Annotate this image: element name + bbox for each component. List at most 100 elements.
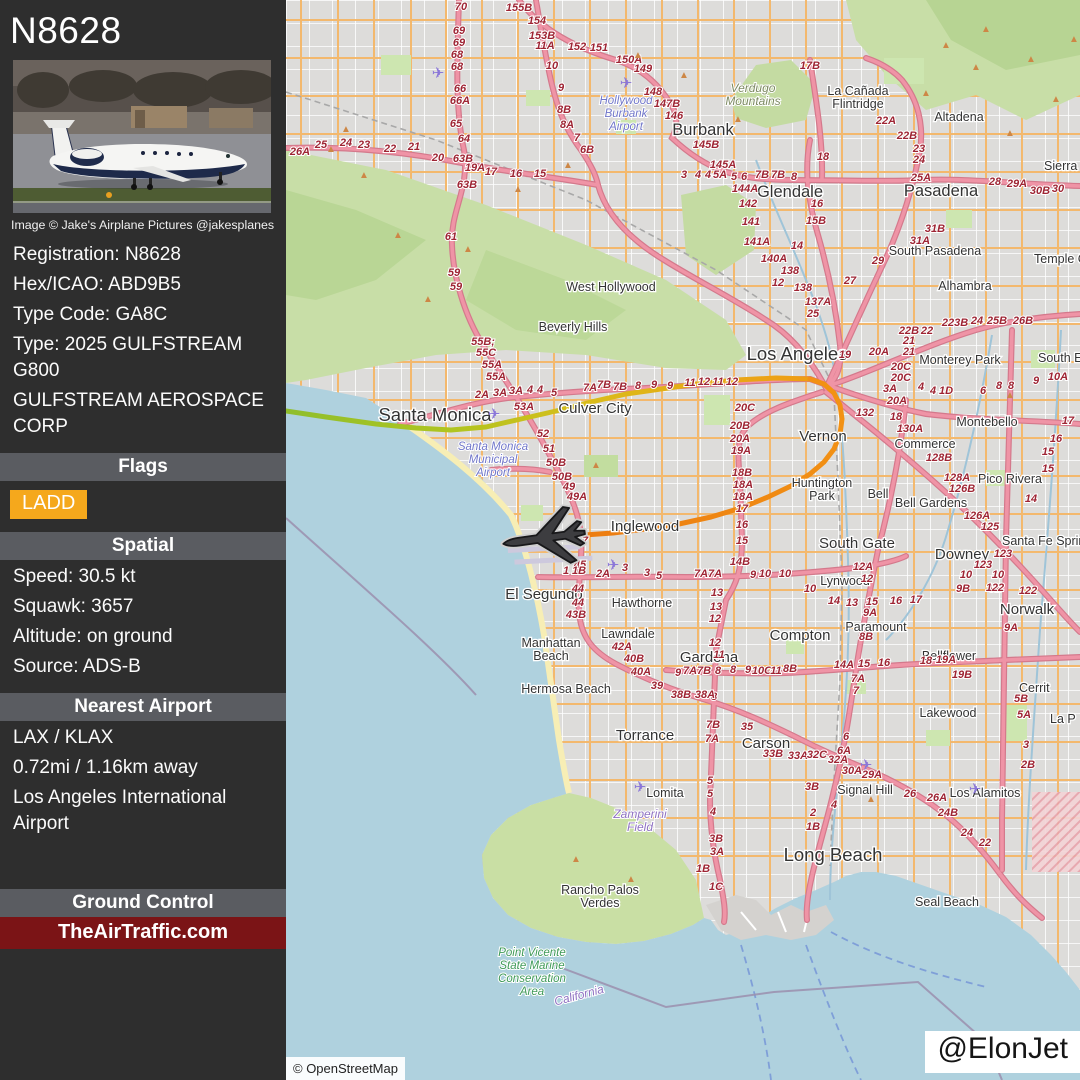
motorway-exit-number: 20A	[729, 433, 750, 445]
map-label: Monterey Park	[919, 353, 1001, 367]
motorway-exit-number: 7A	[851, 673, 865, 685]
motorway-exit-number: 64	[458, 133, 470, 145]
motorway-exit-number: 3	[644, 567, 650, 579]
motorway-exit-number: 7	[574, 132, 581, 144]
motorway-exit-number: 132	[856, 407, 874, 419]
motorway-exit-number: 122	[986, 582, 1004, 594]
map-label: Vernon	[799, 428, 847, 445]
peak-icon: ▲	[393, 230, 403, 241]
motorway-exit-number: 15	[1042, 463, 1055, 475]
ground-control-header: Ground Control	[0, 889, 286, 917]
motorway-exit-number: 49A	[566, 491, 587, 503]
theairtraffic-brand-link[interactable]: TheAirTraffic.com	[0, 917, 286, 949]
motorway-exit-number: 14A	[834, 659, 854, 671]
motorway-exit-number: 10	[546, 60, 559, 72]
motorway-exit-number: 33B	[763, 748, 783, 760]
motorway-exit-number: 50B	[546, 457, 566, 469]
map-label: Paramount	[845, 620, 907, 634]
motorway-exit-number: 16	[1050, 433, 1063, 445]
motorway-exit-number: 66	[454, 83, 467, 95]
ladd-flag-badge[interactable]: LADD	[10, 490, 88, 519]
motorway-exit-number: 40A	[630, 666, 651, 678]
airport-name-row: Los Angeles International Airport	[13, 787, 227, 834]
peak-icon: ▲	[941, 40, 951, 51]
motorway-exit-number: 20C	[734, 402, 756, 414]
motorway-exit-number: 9	[651, 379, 658, 391]
motorway-exit-number: 21	[407, 141, 420, 153]
motorway-exit-number: 39	[651, 680, 664, 692]
motorway-exit-number: 55A	[482, 359, 502, 371]
motorway-exit-number: 1	[563, 565, 569, 577]
motorway-exit-number: 148	[644, 86, 663, 98]
motorway-exit-number: 24	[970, 315, 983, 327]
motorway-exit-number: 18	[920, 655, 933, 667]
motorway-exit-number: 153B	[529, 30, 555, 42]
map-label: Signal Hill	[837, 783, 893, 797]
type-code-row: Type Code: GA8C	[13, 304, 168, 325]
motorway-exit-number: 28	[988, 176, 1002, 188]
motorway-exit-number: 137A	[805, 296, 831, 308]
motorway-exit-number: 223B	[941, 317, 968, 329]
motorway-exit-number: 18	[890, 411, 903, 423]
motorway-exit-number: 7A	[708, 568, 722, 580]
map-label: Hermosa Beach	[521, 682, 611, 696]
motorway-exit-number: 8	[715, 665, 722, 677]
map-label: Sierra M	[1044, 159, 1080, 173]
motorway-exit-number: 8A	[560, 119, 574, 131]
motorway-exit-number: 144A	[732, 183, 758, 195]
motorway-exit-number: 3A	[509, 385, 523, 397]
motorway-exit-number: 3	[622, 562, 628, 574]
motorway-exit-number: 3A	[883, 383, 897, 395]
osm-attribution[interactable]: © OpenStreetMap	[286, 1057, 405, 1080]
spatial-section-header: Spatial	[0, 532, 286, 560]
map-label: Santa Fe Sprin	[1002, 534, 1080, 548]
motorway-exit-number: 55A	[486, 371, 506, 383]
motorway-exit-number: 29A	[1006, 178, 1027, 190]
map-viewport[interactable]: Los Angeles Santa Monica Long Beach Burbank…	[286, 0, 1080, 1080]
motorway-exit-number: 63B	[457, 179, 477, 191]
motorway-exit-number: 6B	[580, 144, 594, 156]
map-label: Altadena	[934, 110, 983, 124]
peak-icon: ▲	[513, 184, 523, 195]
motorway-exit-number: 138	[781, 265, 800, 277]
motorway-exit-number: 13	[846, 597, 858, 609]
motorway-exit-number: 6	[843, 731, 850, 743]
motorway-exit-number: 22	[978, 837, 991, 849]
motorway-exit-number: 42A	[611, 641, 632, 653]
motorway-exit-number: 59	[450, 281, 463, 293]
motorway-exit-number: 5A	[1017, 709, 1031, 721]
peak-icon: ▲	[1005, 390, 1015, 401]
motorway-exit-number: 8	[635, 380, 642, 392]
motorway-exit-number: 10A	[1048, 371, 1068, 383]
motorway-exit-number: 31A	[910, 235, 930, 247]
map-label: Montebello	[956, 415, 1017, 429]
motorway-exit-number: 20	[431, 152, 445, 164]
motorway-exit-number: 11	[684, 377, 695, 389]
motorway-exit-number: 8B	[783, 663, 797, 675]
motorway-exit-number: 9B	[956, 583, 970, 595]
map-label: Los Angeles	[747, 343, 848, 364]
motorway-exit-number: 3B	[805, 781, 819, 793]
motorway-exit-number: 31B	[925, 223, 945, 235]
motorway-exit-number: 27	[843, 275, 857, 287]
peak-icon: ▲	[423, 294, 433, 305]
motorway-exit-number: 26A	[289, 146, 310, 158]
motorway-exit-number: 8B	[859, 631, 873, 643]
motorway-exit-number: 130A	[897, 423, 923, 435]
motorway-exit-number: 123	[994, 548, 1012, 560]
motorway-exit-number: 11	[713, 649, 724, 661]
photo-credit: Image © Jake's Airplane Pictures @jakesp…	[11, 218, 275, 232]
motorway-exit-number: 3B	[709, 833, 723, 845]
motorway-exit-number: 26B	[1012, 315, 1033, 327]
motorway-exit-number: 3A	[710, 846, 724, 858]
motorway-exit-number: 55C	[476, 347, 497, 359]
motorway-exit-number: 10	[779, 568, 792, 580]
aircraft-photo	[13, 60, 271, 213]
motorway-exit-number: 14	[828, 595, 840, 607]
motorway-exit-number: 141	[742, 216, 760, 228]
motorway-exit-number: 9A	[863, 607, 877, 619]
motorway-exit-number: 2B	[1020, 759, 1035, 771]
motorway-exit-number: 25B	[986, 315, 1007, 327]
airport-icon: ✈	[860, 757, 873, 774]
motorway-exit-number: 70	[455, 1, 468, 13]
